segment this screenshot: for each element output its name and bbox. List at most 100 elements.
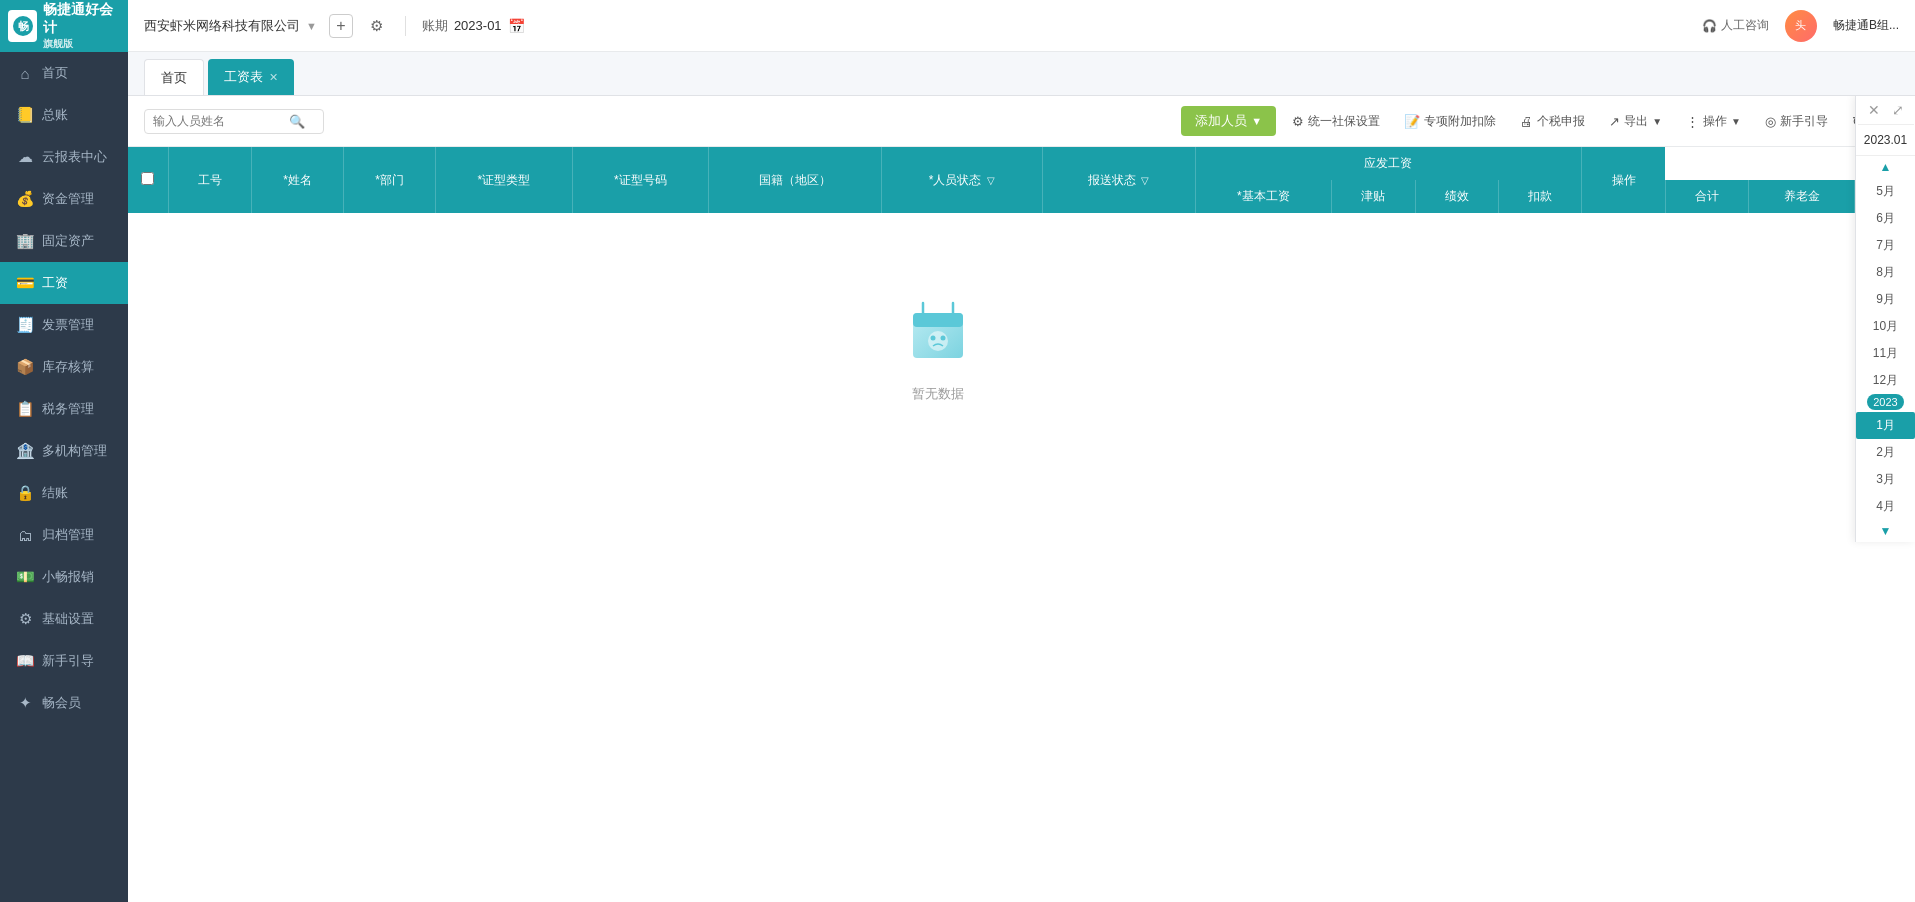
personal-tax-button[interactable]: 🖨 个税申报 [1512, 109, 1593, 134]
sidebar-item-cloud-report[interactable]: ☁ 云报表中心 [0, 136, 128, 178]
select-all-checkbox[interactable] [141, 172, 154, 185]
add-company-button[interactable]: + [329, 14, 353, 38]
search-input[interactable] [153, 114, 283, 128]
month-panel: ✕ ⤢ 2023.01 ▲ 5月 6月 7月 8月 9月 10月 11月 12月… [1855, 96, 1915, 542]
th-department: *部门 [344, 147, 436, 213]
period-label: 账期 [422, 17, 448, 35]
empty-state: 暂无数据 [128, 213, 1749, 483]
export-dropdown-icon: ▼ [1652, 116, 1662, 127]
tab-home[interactable]: 首页 [144, 59, 204, 95]
sidebar-item-inventory[interactable]: 📦 库存核算 [0, 346, 128, 388]
sidebar-item-tax[interactable]: 📋 税务管理 [0, 388, 128, 430]
sidebar-item-guide[interactable]: 📖 新手引导 [0, 640, 128, 682]
report-status-filter-icon[interactable]: ▽ [1141, 175, 1149, 186]
select-all-checkbox-header[interactable] [128, 147, 168, 213]
tax-icon: 📋 [16, 400, 34, 418]
sidebar-item-settings-label: 基础设置 [42, 610, 94, 628]
personal-tax-icon: 🖨 [1520, 114, 1533, 129]
funds-icon: 💰 [16, 190, 34, 208]
inventory-icon: 📦 [16, 358, 34, 376]
salary-icon: 💳 [16, 274, 34, 292]
company-chevron-icon: ▼ [306, 20, 317, 32]
special-deduction-label: 专项附加扣除 [1424, 113, 1496, 130]
settings-icon: ⚙ [16, 610, 34, 628]
export-label: 导出 [1624, 113, 1648, 130]
guide-btn-icon: ◎ [1765, 114, 1776, 129]
app-edition: 旗舰版 [43, 37, 120, 51]
month-3[interactable]: 3月 [1856, 466, 1915, 493]
app-name: 畅捷通好会计 [43, 1, 120, 37]
current-period-header: 2023.01 [1856, 125, 1915, 156]
topbar-divider [405, 16, 406, 36]
export-button[interactable]: ↗ 导出 ▼ [1601, 109, 1670, 134]
user-avatar[interactable]: 头 [1785, 10, 1817, 42]
toolbar-actions: 添加人员 ▼ ⚙ 统一社保设置 📝 专项附加扣除 🖨 个税申报 ↗ 导出 [1181, 106, 1899, 136]
month-9[interactable]: 9月 [1856, 286, 1915, 313]
sidebar-item-salary-label: 工资 [42, 274, 68, 292]
org-icon: 🏦 [16, 442, 34, 460]
operation-button[interactable]: ⋮ 操作 ▼ [1678, 109, 1749, 134]
th-id-type: *证型类型 [436, 147, 573, 213]
special-deduction-button[interactable]: 📝 专项附加扣除 [1396, 109, 1504, 134]
sidebar-item-multi-org[interactable]: 🏦 多机构管理 [0, 430, 128, 472]
tab-home-label: 首页 [161, 69, 187, 87]
sidebar-item-invoice[interactable]: 🧾 发票管理 [0, 304, 128, 346]
month-5[interactable]: 5月 [1856, 178, 1915, 205]
sidebar-item-fixed-assets[interactable]: 🏢 固定资产 [0, 220, 128, 262]
month-12[interactable]: 12月 [1856, 367, 1915, 394]
company-name: 西安虾米网络科技有限公司 [144, 17, 300, 35]
month-6[interactable]: 6月 [1856, 205, 1915, 232]
month-nav-down[interactable]: ▼ [1856, 520, 1915, 542]
sidebar-item-funds[interactable]: 💰 资金管理 [0, 178, 128, 220]
tab-salary-close-icon[interactable]: ✕ [269, 71, 278, 84]
expense-icon: 💵 [16, 568, 34, 586]
cloud-icon: ☁ [16, 148, 34, 166]
month-8[interactable]: 8月 [1856, 259, 1915, 286]
sidebar-item-close-account[interactable]: 🔒 结账 [0, 472, 128, 514]
guide-button[interactable]: ◎ 新手引导 [1757, 109, 1836, 134]
sidebar-item-member[interactable]: ✦ 畅会员 [0, 682, 128, 724]
tab-salary[interactable]: 工资表 ✕ [208, 59, 294, 95]
operation-dropdown-icon: ▼ [1731, 116, 1741, 127]
sidebar-item-expense-label: 小畅报销 [42, 568, 94, 586]
sidebar-item-home[interactable]: ⌂ 首页 [0, 52, 128, 94]
panel-expand-button[interactable]: ⤢ [1888, 100, 1908, 120]
home-icon: ⌂ [16, 65, 34, 82]
sidebar-item-ledger[interactable]: 📒 总账 [0, 94, 128, 136]
sidebar-nav: ⌂ 首页 📒 总账 ☁ 云报表中心 💰 资金管理 🏢 固定资产 💳 工资 🧾 发… [0, 52, 128, 902]
operation-label: 操作 [1703, 113, 1727, 130]
th-total: 合计 [1665, 180, 1748, 213]
sidebar-item-archive[interactable]: 🗂 归档管理 [0, 514, 128, 556]
close-account-icon: 🔒 [16, 484, 34, 502]
th-payable-wages-group: 应发工资 [1195, 147, 1582, 180]
sidebar-item-cloud-report-label: 云报表中心 [42, 148, 107, 166]
assets-icon: 🏢 [16, 232, 34, 250]
company-selector[interactable]: 西安虾米网络科技有限公司 ▼ [144, 17, 317, 35]
sidebar-item-settings[interactable]: ⚙ 基础设置 [0, 598, 128, 640]
period-value: 2023-01 [454, 18, 502, 33]
month-1[interactable]: 1月 [1856, 412, 1915, 439]
social-security-button[interactable]: ⚙ 统一社保设置 [1284, 109, 1388, 134]
calendar-icon[interactable]: 📅 [508, 18, 525, 34]
month-11[interactable]: 11月 [1856, 340, 1915, 367]
sidebar-item-salary[interactable]: 💳 工资 [0, 262, 128, 304]
export-icon: ↗ [1609, 114, 1620, 129]
panel-close-button[interactable]: ✕ [1864, 100, 1884, 120]
month-4[interactable]: 4月 [1856, 493, 1915, 520]
service-button[interactable]: 🎧 人工咨询 [1702, 17, 1769, 34]
sidebar-item-expense[interactable]: 💵 小畅报销 [0, 556, 128, 598]
table-container: 工号 *姓名 *部门 *证型类型 *证型号码 国籍（地区） *人员状态 ▽ 报送… [128, 147, 1855, 902]
guide-icon: 📖 [16, 652, 34, 670]
invoice-icon: 🧾 [16, 316, 34, 334]
staff-status-filter-icon[interactable]: ▽ [987, 175, 995, 186]
month-2[interactable]: 2月 [1856, 439, 1915, 466]
sidebar-item-fixed-assets-label: 固定资产 [42, 232, 94, 250]
salary-table: 工号 *姓名 *部门 *证型类型 *证型号码 国籍（地区） *人员状态 ▽ 报送… [128, 147, 1855, 483]
company-settings-button[interactable]: ⚙ [365, 14, 389, 38]
add-person-button[interactable]: 添加人员 ▼ [1181, 106, 1276, 136]
month-10[interactable]: 10月 [1856, 313, 1915, 340]
month-7[interactable]: 7月 [1856, 232, 1915, 259]
month-nav-up[interactable]: ▲ [1856, 156, 1915, 178]
user-name[interactable]: 畅捷通B组... [1833, 17, 1899, 34]
th-allowance: 津贴 [1332, 180, 1415, 213]
